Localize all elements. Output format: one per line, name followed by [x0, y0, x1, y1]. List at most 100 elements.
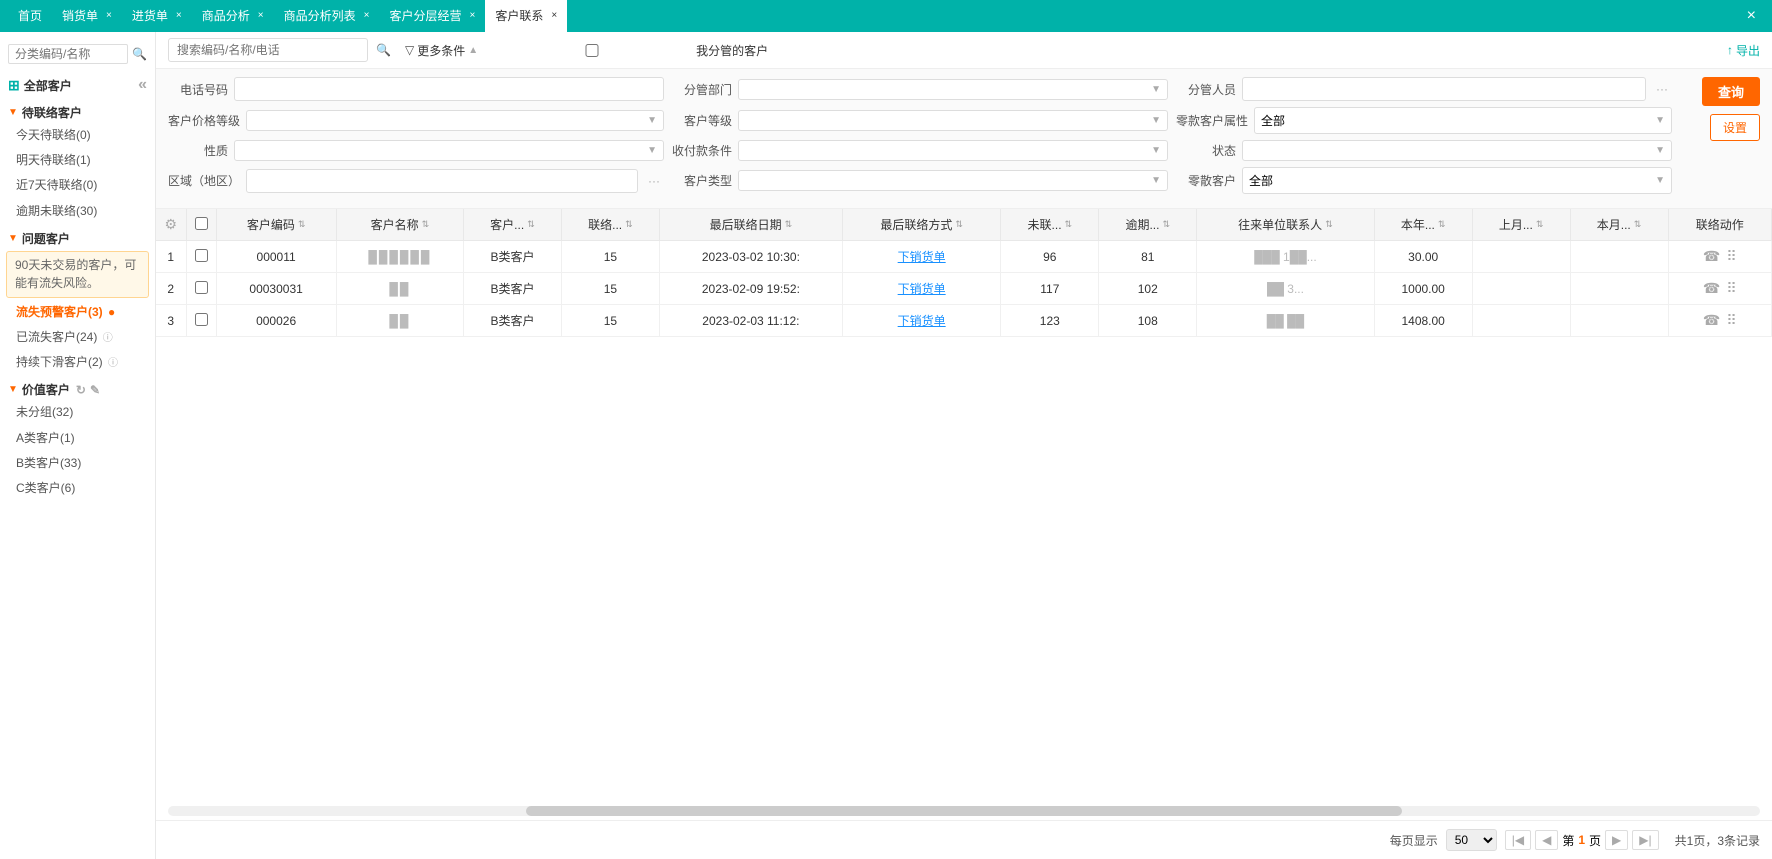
sidebar-item-a-class[interactable]: A类客户(1) [0, 426, 155, 451]
col-last-date[interactable]: 最后联络日期 ⇅ [659, 209, 842, 241]
prev-page-button[interactable]: ◀ [1535, 830, 1558, 850]
refresh-icon[interactable]: ↻ [76, 383, 86, 397]
more-action-icon[interactable]: ⠿ [1726, 280, 1736, 297]
horizontal-scrollbar[interactable] [168, 806, 1760, 816]
query-button[interactable]: 查询 [1702, 77, 1760, 106]
price-level-chevron-icon: ▼ [647, 115, 657, 126]
select-all-checkbox[interactable] [195, 217, 208, 230]
row-last-method[interactable]: 下销货单 [842, 241, 1000, 273]
contact-action-icon[interactable]: ☎ [1703, 280, 1720, 297]
sidebar-item-today[interactable]: 今天待联络(0) [0, 123, 155, 148]
more-conditions-button[interactable]: ▽ 更多条件 ▲ [399, 39, 484, 62]
row-checkbox[interactable] [195, 313, 208, 326]
nav-customer-contact[interactable]: 客户联系 × [485, 0, 567, 32]
row-checkbox[interactable] [195, 249, 208, 262]
col-uncontacted[interactable]: 未联... ⇅ [1001, 209, 1099, 241]
phone-input[interactable] [234, 77, 664, 101]
col-contact[interactable]: 联络... ⇅ [561, 209, 659, 241]
nav-analysis-list[interactable]: 商品分析列表 × [274, 0, 380, 32]
sidebar-item-declining[interactable]: 持续下滑客户(2) ⓘ [0, 350, 155, 375]
adv-field-manager: 分管人员 ··· [1176, 77, 1672, 101]
cust-type-select[interactable]: ▼ [738, 170, 1168, 191]
row-checkbox[interactable] [195, 281, 208, 294]
region-input[interactable] [246, 169, 638, 193]
sidebar-item-overdue[interactable]: 逾期未联络(30) [0, 199, 155, 224]
dept-select[interactable]: ▼ [738, 79, 1168, 100]
more-action-icon[interactable]: ⠿ [1726, 248, 1736, 265]
sidebar-all-customers[interactable]: ⊞ 全部客户 « [0, 72, 155, 98]
col-type[interactable]: 客户... ⇅ [463, 209, 561, 241]
payment-select[interactable]: ▼ [738, 140, 1168, 161]
col-this-year[interactable]: 本年... ⇅ [1374, 209, 1472, 241]
row-action-cell: ☎ ⠿ [1668, 273, 1771, 305]
nav-sales[interactable]: 销货单 × [52, 0, 122, 32]
col-checkbox [186, 209, 216, 241]
price-level-select[interactable]: ▼ [246, 110, 664, 131]
col-this-month[interactable]: 本月... ⇅ [1570, 209, 1668, 241]
cust-level-select[interactable]: ▼ [738, 110, 1168, 131]
more-action-icon[interactable]: ⠿ [1726, 312, 1736, 329]
edit-icon[interactable]: ✎ [90, 383, 100, 397]
window-close-button[interactable]: × [1739, 7, 1764, 25]
col-code[interactable]: 客户编码 ⇅ [216, 209, 336, 241]
close-analysis-list-icon[interactable]: × [364, 0, 370, 32]
search-icon-filter[interactable]: 🔍 [376, 43, 391, 57]
page-size-select[interactable]: 102050100 [1446, 829, 1497, 851]
row-overdue: 108 [1099, 305, 1197, 337]
col-overdue[interactable]: 逾期... ⇅ [1099, 209, 1197, 241]
nav-home[interactable]: 首页 [8, 0, 52, 32]
nav-analysis[interactable]: 商品分析 × [192, 0, 274, 32]
sidebar-search-input[interactable] [8, 44, 128, 64]
sidebar-group-value[interactable]: ▼ 价值客户 ↻ ✎ [0, 375, 155, 400]
close-sales-icon[interactable]: × [106, 0, 112, 32]
sidebar-group-pending[interactable]: ▼ 待联络客户 [0, 98, 155, 123]
export-button[interactable]: ↑ 导出 [1727, 42, 1760, 59]
manager-input[interactable] [1242, 77, 1646, 101]
gear-icon[interactable]: ⚙ [164, 216, 177, 232]
manager-dots[interactable]: ··· [1652, 80, 1672, 98]
first-page-button[interactable]: |◀ [1505, 830, 1531, 850]
row-last-method[interactable]: 下销货单 [842, 305, 1000, 337]
contact-action-icon[interactable]: ☎ [1703, 312, 1720, 329]
row-contact2: ███ 1██... [1197, 241, 1374, 273]
close-customer-contact-icon[interactable]: × [551, 0, 557, 32]
footer: 每页显示 102050100 |◀ ◀ 第 1 页 ▶ ▶| 共1页，3条记录 [156, 820, 1772, 859]
retail-select[interactable]: 全部 ▼ [1242, 167, 1672, 194]
close-purchase-icon[interactable]: × [176, 0, 182, 32]
sidebar-item-c-class[interactable]: C类客户(6) [0, 476, 155, 501]
nav-customer-tier[interactable]: 客户分层经营 × [379, 0, 485, 32]
last-page-button[interactable]: ▶| [1632, 830, 1658, 850]
sidebar-item-churn-warning[interactable]: 流失预警客户(3) ● [0, 300, 155, 325]
col-name[interactable]: 客户名称 ⇅ [336, 209, 463, 241]
sidebar-item-ungrouped[interactable]: 未分组(32) [0, 400, 155, 425]
search-input[interactable] [168, 38, 368, 62]
next-page-button[interactable]: ▶ [1605, 830, 1628, 850]
col-last-method[interactable]: 最后联络方式 ⇅ [842, 209, 1000, 241]
setting-button[interactable]: 设置 [1710, 114, 1760, 141]
my-customers-checkbox[interactable] [492, 44, 692, 57]
nature-select[interactable]: ▼ [234, 140, 664, 161]
row-num: 2 [156, 273, 186, 305]
sidebar-item-b-class[interactable]: B类客户(33) [0, 451, 155, 476]
sidebar-collapse-icon[interactable]: « [138, 76, 147, 94]
scroll-thumb[interactable] [526, 806, 1402, 816]
sidebar-item-tomorrow[interactable]: 明天待联络(1) [0, 148, 155, 173]
sidebar-search-icon[interactable]: 🔍 [132, 47, 147, 61]
region-dots[interactable]: ··· [644, 172, 664, 190]
sidebar-item-week[interactable]: 近7天待联络(0) [0, 173, 155, 198]
col-contact2[interactable]: 往来单位联系人 ⇅ [1197, 209, 1374, 241]
my-customers-checkbox-wrap[interactable]: 我分管的客户 [492, 42, 768, 59]
sidebar-group-problem[interactable]: ▼ 问题客户 [0, 224, 155, 249]
row-last-method[interactable]: 下销货单 [842, 273, 1000, 305]
close-analysis-icon[interactable]: × [258, 0, 264, 32]
close-customer-tier-icon[interactable]: × [469, 0, 475, 32]
filter-icon: ▽ [405, 43, 414, 57]
zero-attr-select[interactable]: 全部 ▼ [1254, 107, 1672, 134]
status-select[interactable]: ▼ [1242, 140, 1672, 161]
sort-icon-this-month: ⇅ [1634, 219, 1642, 230]
sidebar-item-churned[interactable]: 已流失客户(24) ⓘ [0, 325, 155, 350]
col-last-month[interactable]: 上月... ⇅ [1472, 209, 1570, 241]
contact-action-icon[interactable]: ☎ [1703, 248, 1720, 265]
row-contact: 15 [561, 273, 659, 305]
nav-purchase[interactable]: 进货单 × [122, 0, 192, 32]
